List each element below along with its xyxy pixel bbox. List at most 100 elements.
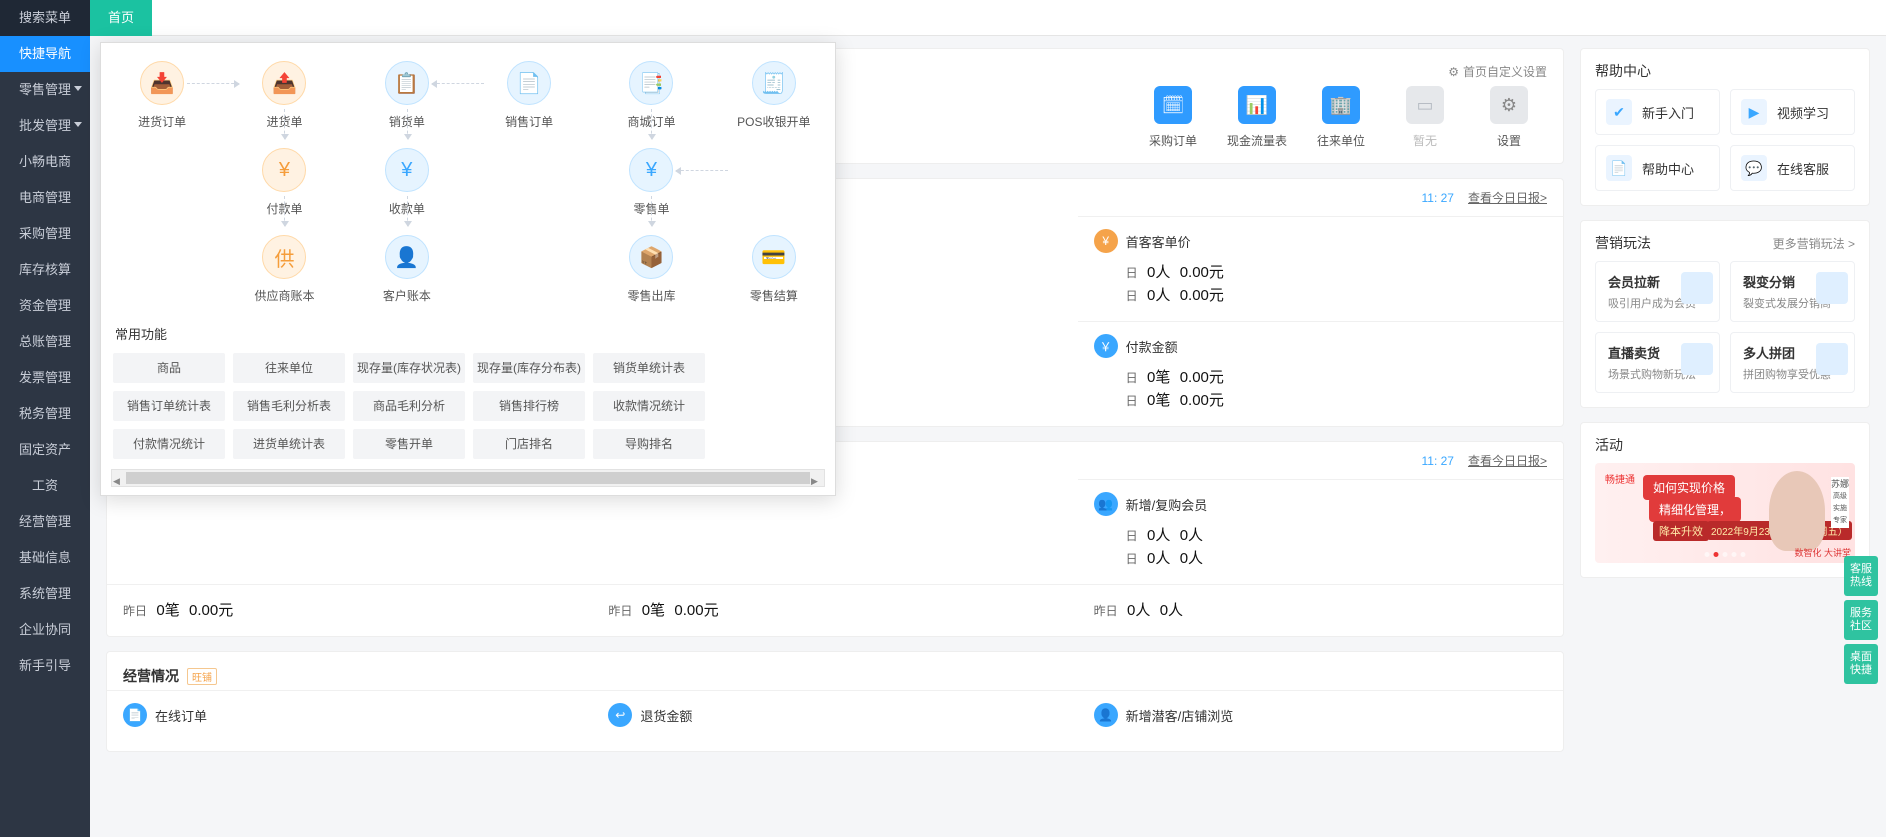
- flow-node-purchase[interactable]: 📤 进货单: [223, 61, 345, 130]
- activity-banner[interactable]: 畅捷通 如何实现价格 精细化管理， 降本升效 2022年9月23日 14:00（…: [1595, 463, 1855, 563]
- doc-icon: 📄: [1606, 155, 1632, 181]
- qa-settings[interactable]: ⚙设置: [1471, 86, 1547, 149]
- pos-icon: 🧾: [752, 61, 796, 105]
- sidebar-search[interactable]: 搜索菜单: [0, 0, 90, 36]
- pill-contacts[interactable]: 往来单位: [233, 353, 345, 383]
- mkt-tile-live[interactable]: 直播卖货场景式购物新玩法: [1595, 332, 1720, 393]
- flow-node-purchase-order[interactable]: 📥 进货订单: [101, 61, 223, 130]
- kpi-value: 0.00元: [1180, 392, 1224, 409]
- flow-node-mall-order[interactable]: 📑 商城订单: [590, 61, 712, 130]
- marketing-more-link[interactable]: 更多营销玩法 >: [1773, 235, 1855, 252]
- scroll-thumb[interactable]: [126, 472, 810, 484]
- pill-purchase-stat[interactable]: 进货单统计表: [233, 429, 345, 459]
- flow-label: 零售出库: [627, 287, 675, 304]
- sidebar-item-retail[interactable]: 零售管理: [0, 72, 90, 108]
- mkt-tile-groupbuy[interactable]: 多人拼团拼团购物享受优惠: [1730, 332, 1855, 393]
- arrow-down-icon: [407, 196, 408, 226]
- arrow-down-icon: [407, 109, 408, 139]
- flow-node-customer-ledger[interactable]: 👤 客户账本: [346, 235, 468, 304]
- sidebar-item-ledger[interactable]: 总账管理: [0, 324, 90, 360]
- tab-home[interactable]: 首页: [90, 0, 152, 36]
- mkt-tile-fission[interactable]: 裂变分销裂变式发展分销商: [1730, 261, 1855, 322]
- receipt-icon: ¥: [385, 148, 429, 192]
- pill-order-stat[interactable]: 销售订单统计表: [113, 391, 225, 421]
- pill-sales-gross[interactable]: 销售毛利分析表: [233, 391, 345, 421]
- sidebar-item-salary[interactable]: 工资: [0, 468, 90, 504]
- flow-node-supplier-ledger[interactable]: 供 供应商账本: [223, 235, 345, 304]
- kpi-title: 新增/复购会员: [1126, 495, 1208, 514]
- qa-purchase-order[interactable]: 🗓采购订单: [1135, 86, 1211, 149]
- daily-report-link[interactable]: 查看今日日报>: [1468, 189, 1547, 206]
- flow-node-payment[interactable]: ¥ 付款单: [223, 148, 345, 217]
- help-tile-video[interactable]: ▶视频学习: [1730, 89, 1855, 135]
- banner-line2: 精细化管理，: [1649, 497, 1741, 522]
- float-desktop[interactable]: 桌面快捷: [1844, 644, 1878, 684]
- scroll-right-icon[interactable]: [811, 472, 823, 484]
- pill-retail-open[interactable]: 零售开单: [353, 429, 465, 459]
- sidebar-item-ecommerce[interactable]: 电商管理: [0, 180, 90, 216]
- sidebar-item-invoice[interactable]: 发票管理: [0, 360, 90, 396]
- pill-store-rank[interactable]: 门店排名: [473, 429, 585, 459]
- float-community[interactable]: 服务社区: [1844, 600, 1878, 640]
- speaker-nametag: 苏娜高级实施专家: [1831, 477, 1849, 528]
- flow-label: 供应商账本: [254, 287, 314, 304]
- kpi-mid: 0人: [1147, 527, 1170, 544]
- help-tile-docs[interactable]: 📄帮助中心: [1595, 145, 1720, 191]
- sidebar-item-funds[interactable]: 资金管理: [0, 288, 90, 324]
- scroll-left-icon[interactable]: [113, 472, 125, 484]
- flow-node-retail-settle[interactable]: 💳 零售结算: [713, 235, 835, 304]
- chat-icon: 💬: [1741, 155, 1767, 181]
- pill-goods-gross[interactable]: 商品毛利分析: [353, 391, 465, 421]
- sidebar-item-tax[interactable]: 税务管理: [0, 396, 90, 432]
- panel-title-text: 帮助中心: [1595, 61, 1651, 81]
- sidebar-item-basic[interactable]: 基础信息: [0, 540, 90, 576]
- yval: 0.00元: [674, 602, 718, 619]
- pill-guide-rank[interactable]: 导购排名: [593, 429, 705, 459]
- flow-node-receipt[interactable]: ¥ 收款单: [346, 148, 468, 217]
- biz-title: 经营情况: [123, 666, 179, 686]
- qa-contacts[interactable]: 🏢往来单位: [1303, 86, 1379, 149]
- flow-node-retail-out[interactable]: 📦 零售出库: [590, 235, 712, 304]
- ylabel: 昨日: [608, 604, 632, 618]
- money-icon: ¥: [1094, 229, 1118, 253]
- horizontal-scrollbar[interactable]: [111, 469, 825, 487]
- sidebar-item-label: 批发管理: [19, 118, 71, 133]
- pill-stock-status[interactable]: 现存量(库存状况表): [353, 353, 465, 383]
- sidebar-item-operation[interactable]: 经营管理: [0, 504, 90, 540]
- sidebar: 搜索菜单 快捷导航 零售管理 批发管理 小畅电商 电商管理 采购管理 库存核算 …: [0, 0, 90, 837]
- qa-empty: ▭ 暂无: [1387, 86, 1463, 149]
- sidebar-item-collab[interactable]: 企业协同: [0, 612, 90, 648]
- help-tile-getstarted[interactable]: ✔新手入门: [1595, 89, 1720, 135]
- carousel-dots[interactable]: [1705, 552, 1746, 557]
- mkt-tile-member[interactable]: 会员拉新吸引用户成为会员: [1595, 261, 1720, 322]
- pill-stock-dist[interactable]: 现存量(库存分布表): [473, 353, 585, 383]
- qa-cashflow[interactable]: 📊现金流量表: [1219, 86, 1295, 149]
- sidebar-item-quicknav[interactable]: 快捷导航: [0, 36, 90, 72]
- common-functions: 商品 往来单位 现存量(库存状况表) 现存量(库存分布表) 销货单统计表 销售订…: [101, 349, 835, 469]
- pill-recv-stat[interactable]: 收款情况统计: [593, 391, 705, 421]
- sidebar-item-guide[interactable]: 新手引导: [0, 648, 90, 684]
- help-tile-support[interactable]: 💬在线客服: [1730, 145, 1855, 191]
- pill-goods[interactable]: 商品: [113, 353, 225, 383]
- sidebar-item-wholesale[interactable]: 批发管理: [0, 108, 90, 144]
- pill-sales-stat[interactable]: 销货单统计表: [593, 353, 705, 383]
- daily-report-link[interactable]: 查看今日日报>: [1468, 452, 1547, 469]
- qa-label: 暂无: [1413, 132, 1437, 149]
- flow-node-retail[interactable]: ¥ 零售单: [590, 148, 712, 217]
- flow-node-sales[interactable]: 📋 销货单: [346, 61, 468, 130]
- sidebar-item-inventory[interactable]: 库存核算: [0, 252, 90, 288]
- mall-order-icon: 📑: [629, 61, 673, 105]
- kpi-mid: 0人: [1147, 287, 1170, 304]
- sidebar-item-xiaochang[interactable]: 小畅电商: [0, 144, 90, 180]
- sidebar-item-system[interactable]: 系统管理: [0, 576, 90, 612]
- pill-sales-rank[interactable]: 销售排行榜: [473, 391, 585, 421]
- sidebar-item-assets[interactable]: 固定资产: [0, 432, 90, 468]
- pill-pay-stat[interactable]: 付款情况统计: [113, 429, 225, 459]
- kpi-yesterday-2: 昨日 0笔 0.00元: [592, 584, 1077, 636]
- float-hotline[interactable]: 客服热线: [1844, 556, 1878, 596]
- kpi-title: 付款金额: [1126, 337, 1178, 356]
- flow-node-sales-order[interactable]: 📄 销售订单: [468, 61, 590, 130]
- empty-icon: ▭: [1406, 86, 1444, 124]
- sidebar-item-purchase[interactable]: 采购管理: [0, 216, 90, 252]
- flow-node-pos[interactable]: 🧾 POS收银开单: [713, 61, 835, 130]
